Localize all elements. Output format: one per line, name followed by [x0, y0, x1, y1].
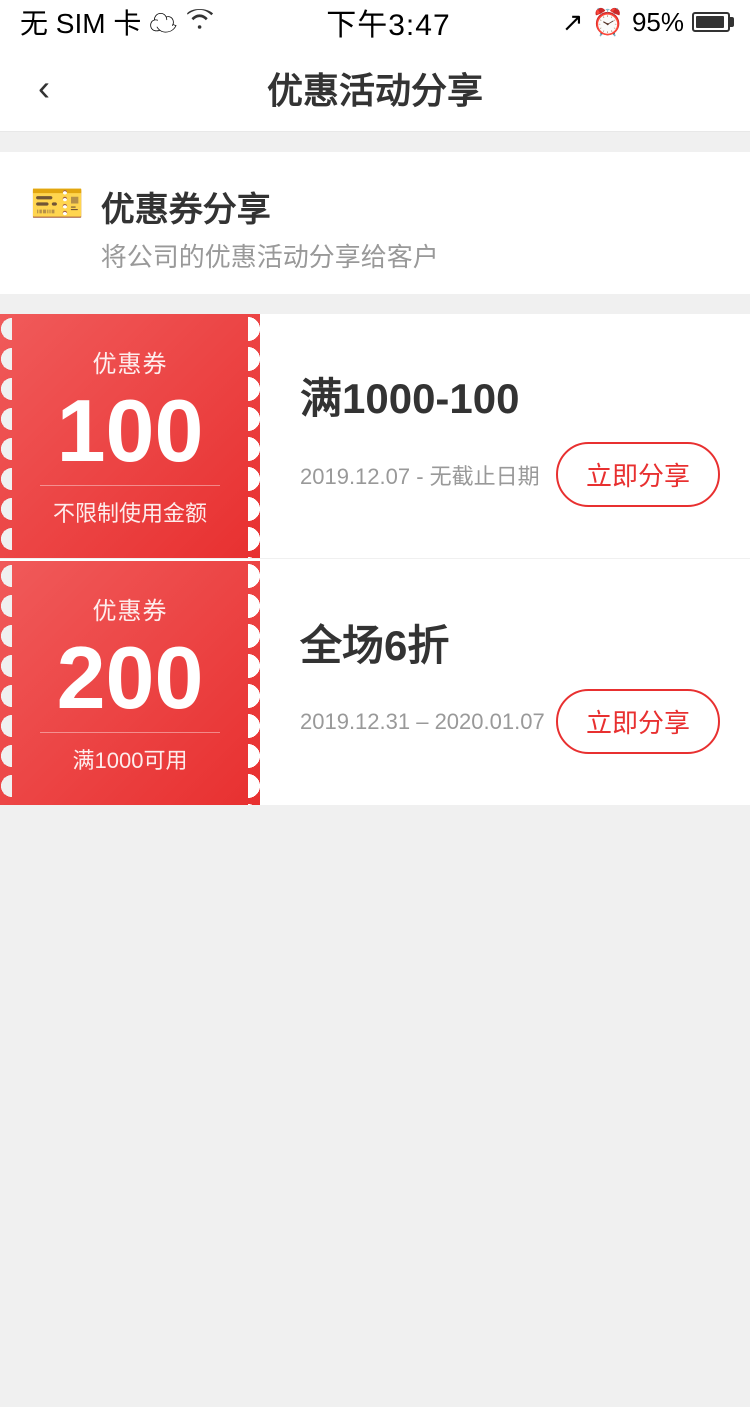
coupon-condition-1: 满1000可用 [63, 743, 198, 775]
coupon-divider-0 [40, 485, 220, 486]
coupon-condition-0: 不限制使用金额 [43, 496, 217, 528]
section-info: 优惠券分享 将公司的优惠活动分享给客户 [101, 182, 439, 274]
status-right: ↗ ⏰ 95% [562, 7, 730, 38]
share-button-0[interactable]: 立即分享 [556, 442, 720, 507]
coupon-bottom-0: 2019.12.07 - 无截止日期 立即分享 [300, 442, 720, 507]
share-button-1[interactable]: 立即分享 [556, 689, 720, 754]
location-icon: ↗ [562, 7, 584, 38]
status-bar: 无 SIM 卡 ☁ 下午3:47 ↗ ⏰ 95% [0, 0, 750, 44]
empty-area [0, 807, 750, 1407]
section-header: 🎫 优惠券分享 将公司的优惠活动分享给客户 [0, 152, 750, 294]
section-title: 优惠券分享 [101, 182, 439, 231]
coupon-divider-1 [40, 732, 220, 733]
wifi-icon [187, 6, 215, 38]
coupon-share-icon: 🎫 [30, 182, 85, 226]
coupon-date-0: 2019.12.07 - 无截止日期 [300, 459, 546, 491]
coupon-list: 优惠券 100 不限制使用金额 满1000-100 2019.12.07 - 无… [0, 314, 750, 805]
coupon-name-0: 满1000-100 [300, 365, 720, 426]
coupon-right-0: 满1000-100 2019.12.07 - 无截止日期 立即分享 [260, 314, 750, 558]
coupon-type-1: 优惠券 [93, 591, 168, 626]
coupon-name-1: 全场6折 [300, 612, 720, 673]
coupon-amount-0: 100 [57, 387, 204, 475]
status-time: 下午3:47 [326, 0, 450, 44]
coupon-left-1: 优惠券 200 满1000可用 [0, 561, 260, 805]
battery-icon [692, 12, 730, 32]
coupon-right-1: 全场6折 2019.12.31 – 2020.01.07 立即分享 [260, 561, 750, 805]
coupon-card: 优惠券 100 不限制使用金额 满1000-100 2019.12.07 - 无… [0, 314, 750, 559]
section-desc: 将公司的优惠活动分享给客户 [101, 237, 439, 274]
status-left: 无 SIM 卡 ☁ [20, 2, 215, 42]
coupon-amount-1: 200 [57, 634, 204, 722]
back-button[interactable]: ‹ [28, 57, 60, 119]
coupon-card: 优惠券 200 满1000可用 全场6折 2019.12.31 – 2020.0… [0, 561, 750, 805]
nav-bar: ‹ 优惠活动分享 [0, 44, 750, 132]
battery-percent: 95% [632, 7, 684, 38]
coupon-left-0: 优惠券 100 不限制使用金额 [0, 314, 260, 558]
coupon-bottom-1: 2019.12.31 – 2020.01.07 立即分享 [300, 689, 720, 754]
page-title: 优惠活动分享 [267, 62, 483, 114]
sim-status: 无 SIM 卡 ☁ [20, 2, 177, 42]
alarm-icon: ⏰ [592, 7, 624, 38]
coupon-date-1: 2019.12.31 – 2020.01.07 [300, 709, 546, 735]
coupon-type-0: 优惠券 [93, 344, 168, 379]
